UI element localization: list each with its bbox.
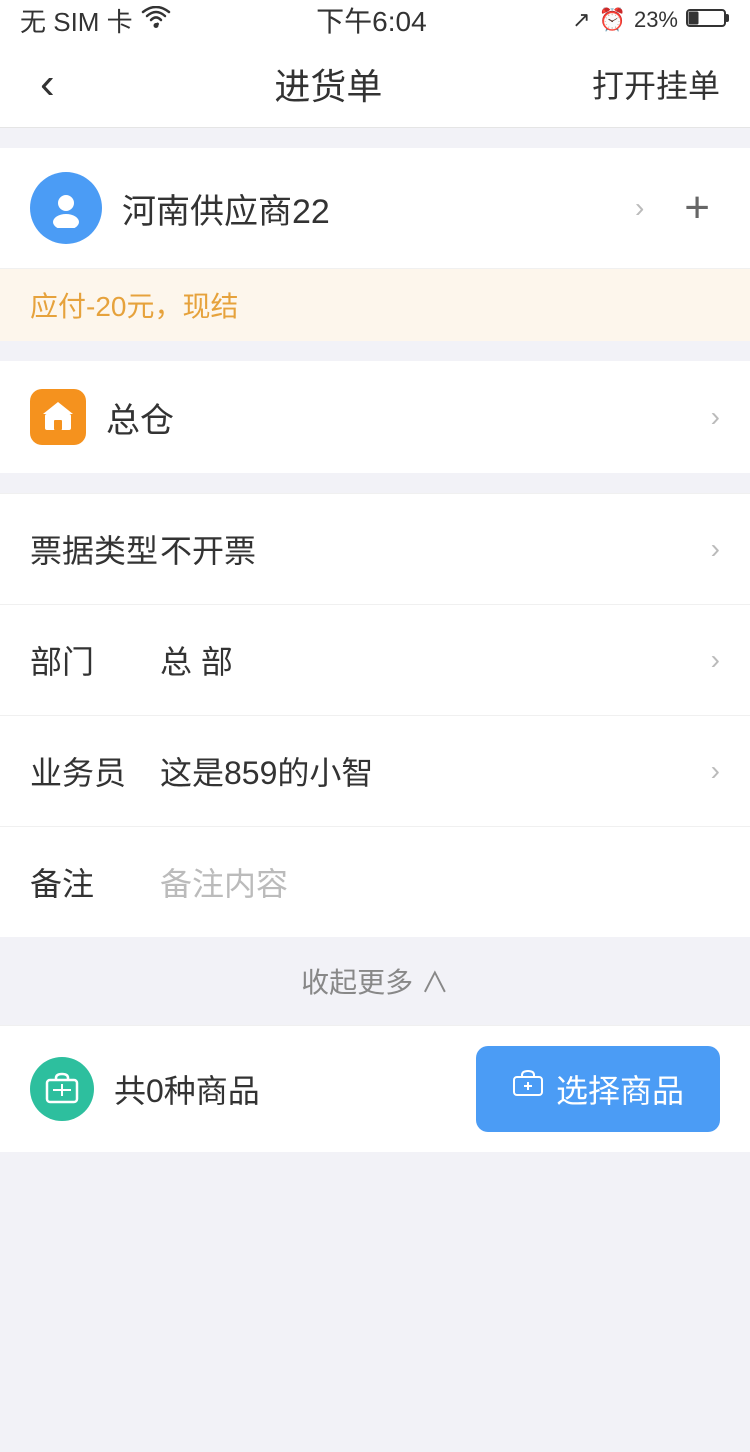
gray-area: [0, 1152, 750, 1452]
warehouse-name: 总仓: [106, 393, 701, 442]
collapse-text: 收起更多 ∧: [301, 961, 449, 1001]
form-row-salesman[interactable]: 业务员 这是859的小智 ›: [0, 715, 750, 826]
form-value-dept: 总 部: [160, 637, 701, 683]
warehouse-icon-wrap: [30, 389, 86, 445]
collapse-bar[interactable]: 收起更多 ∧: [0, 937, 750, 1025]
form-row-dept[interactable]: 部门 总 部 ›: [0, 604, 750, 715]
warehouse-chevron-icon: ›: [711, 401, 720, 433]
open-hang-button[interactable]: 打开挂单: [592, 61, 720, 107]
supplier-avatar: [30, 172, 102, 244]
status-left: 无 SIM 卡: [20, 2, 171, 39]
form-value-salesman: 这是859的小智: [160, 748, 701, 794]
bottom-bar: 共0种商品 选择商品: [0, 1025, 750, 1152]
cart-icon: [512, 1069, 544, 1109]
warehouse-row[interactable]: 总仓 ›: [0, 361, 750, 473]
alarm-icon: ⏰: [599, 7, 626, 33]
form-value-invoice: 不开票: [160, 526, 701, 572]
form-label-salesman: 业务员: [30, 748, 160, 794]
time-display: 下午6:04: [316, 0, 427, 40]
notice-text: 应付-20元，现结: [30, 291, 238, 322]
supplier-row[interactable]: 河南供应商22 › +: [0, 148, 750, 269]
select-product-button[interactable]: 选择商品: [476, 1046, 720, 1132]
form-chevron-dept: ›: [711, 644, 720, 676]
select-product-label: 选择商品: [556, 1066, 684, 1112]
wifi-icon: [141, 6, 171, 34]
carrier-text: 无 SIM 卡: [20, 2, 133, 39]
status-right: ↗ ⏰ 23%: [572, 5, 730, 36]
product-icon-wrap: [30, 1057, 94, 1121]
add-supplier-button[interactable]: +: [674, 183, 720, 233]
form-label-remark: 备注: [30, 859, 160, 905]
warehouse-card: 总仓 ›: [0, 361, 750, 473]
section-divider-2: [0, 341, 750, 361]
location-icon: ↗: [572, 7, 590, 33]
status-bar: 无 SIM 卡 下午6:04 ↗ ⏰ 23%: [0, 0, 750, 40]
section-divider-1: [0, 128, 750, 148]
back-button[interactable]: ‹: [30, 49, 65, 119]
form-card: 票据类型 不开票 › 部门 总 部 › 业务员 这是859的小智 › 备注 备注…: [0, 493, 750, 937]
product-count: 共0种商品: [114, 1066, 476, 1112]
battery-icon: [686, 5, 730, 36]
form-label-dept: 部门: [30, 637, 160, 683]
form-chevron-salesman: ›: [711, 755, 720, 787]
form-row-invoice[interactable]: 票据类型 不开票 ›: [0, 493, 750, 604]
form-label-invoice: 票据类型: [30, 526, 160, 572]
notice-bar: 应付-20元，现结: [0, 269, 750, 341]
nav-bar: ‹ 进货单 打开挂单: [0, 40, 750, 128]
form-chevron-invoice: ›: [711, 533, 720, 565]
form-value-remark: 备注内容: [160, 859, 720, 905]
supplier-chevron-icon: ›: [635, 192, 644, 224]
battery-text: 23%: [634, 7, 678, 33]
section-divider-3: [0, 473, 750, 493]
supplier-card: 河南供应商22 › + 应付-20元，现结: [0, 148, 750, 341]
page-title: 进货单: [274, 58, 382, 110]
form-row-remark[interactable]: 备注 备注内容: [0, 826, 750, 937]
supplier-name: 河南供应商22: [122, 184, 625, 233]
